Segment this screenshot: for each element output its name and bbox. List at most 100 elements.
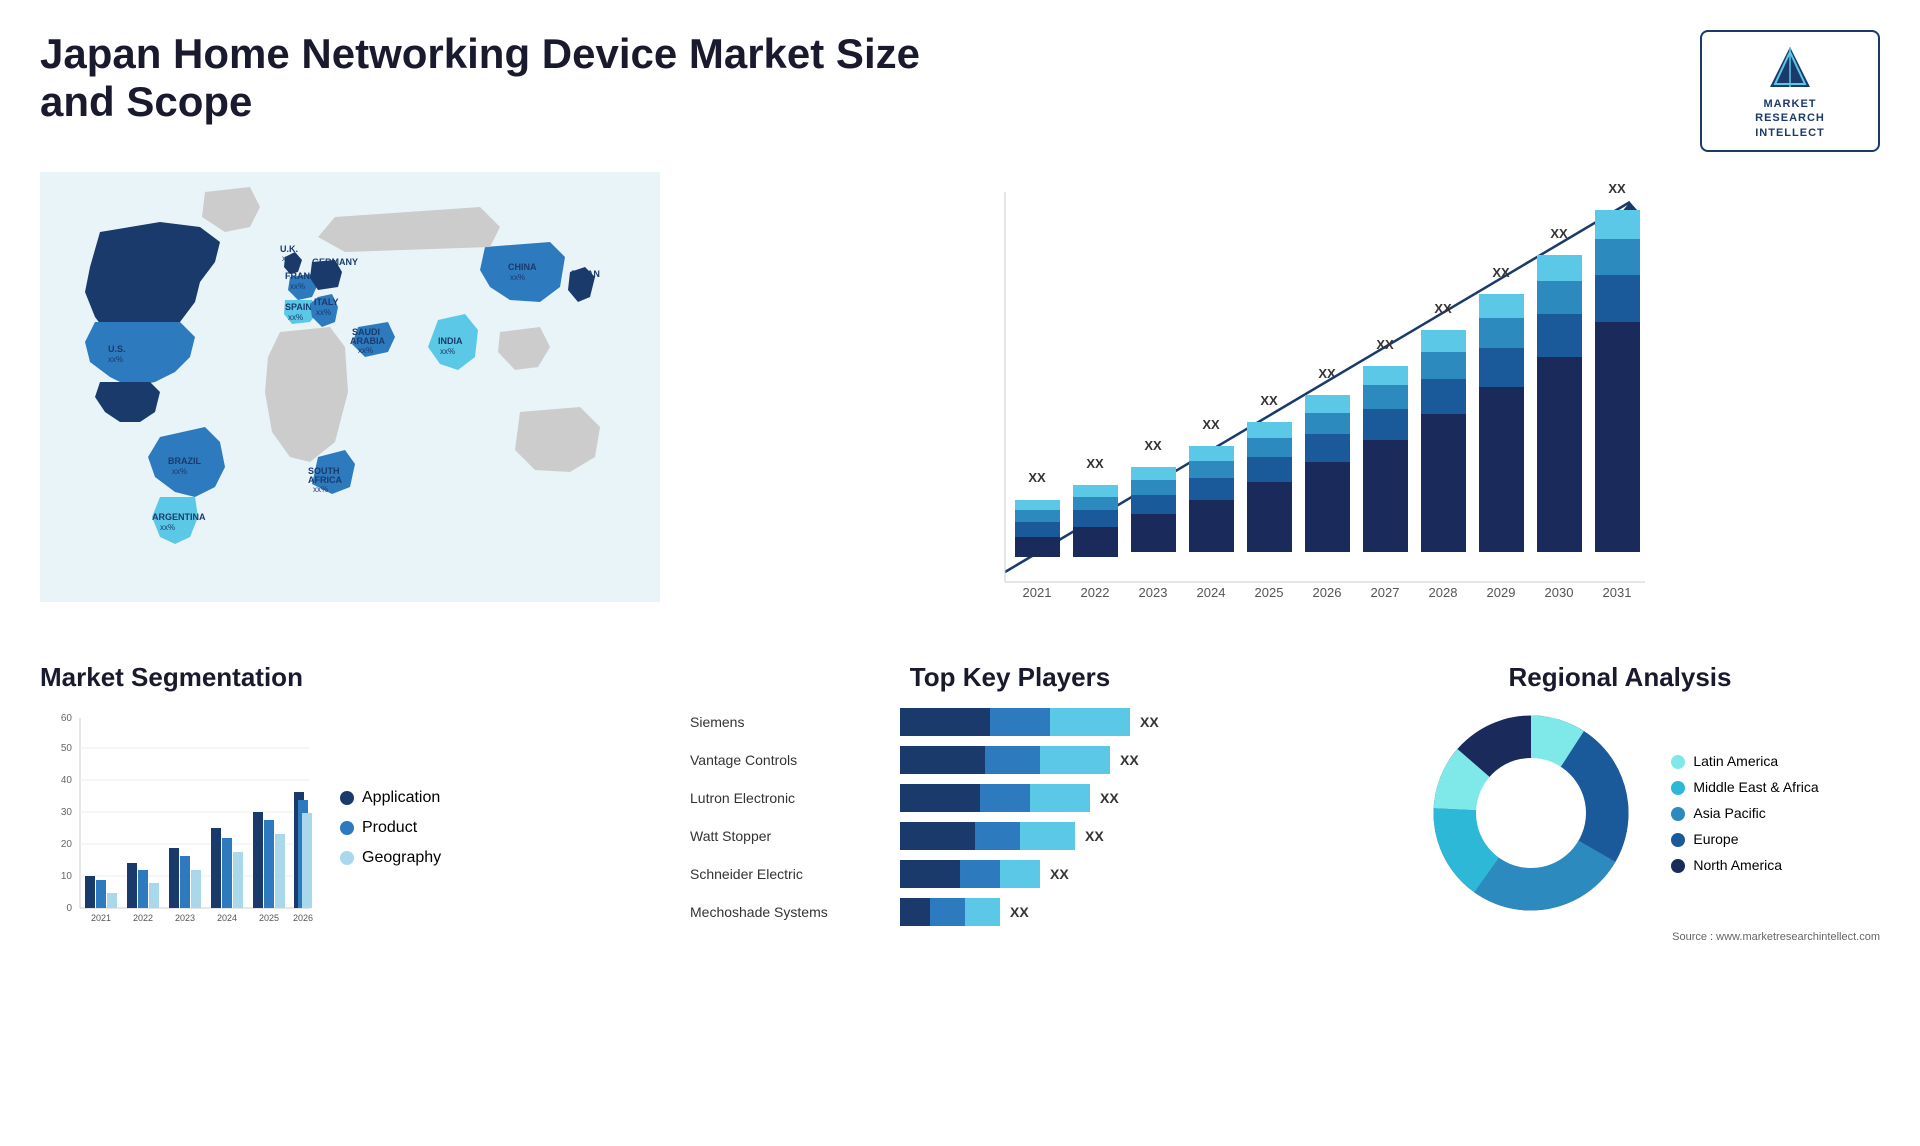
logo-icon: [1765, 42, 1815, 92]
svg-text:ITALY: ITALY: [314, 297, 339, 307]
world-map-container: CANADA xx% U.S. xx% MEXICO xx% BRAZIL xx…: [40, 172, 660, 607]
svg-text:XX: XX: [1434, 301, 1452, 316]
player-bar-segment: [900, 860, 960, 888]
player-bar-container: XX: [900, 746, 1330, 774]
svg-text:20: 20: [61, 839, 73, 850]
segmentation-title: Market Segmentation: [40, 662, 660, 693]
svg-text:CHINA: CHINA: [508, 262, 537, 272]
svg-text:2021: 2021: [1023, 585, 1052, 600]
svg-text:40: 40: [61, 775, 73, 786]
svg-text:MEXICO: MEXICO: [105, 396, 141, 406]
player-bar-segment: [960, 860, 1000, 888]
product-dot: [340, 821, 354, 835]
svg-text:2029: 2029: [1487, 585, 1516, 600]
player-bar-wrap: [900, 822, 1075, 850]
svg-text:XX: XX: [1550, 226, 1568, 241]
svg-text:2031: 2031: [1603, 585, 1632, 600]
svg-text:xx%: xx%: [172, 467, 187, 476]
svg-text:50: 50: [61, 743, 73, 754]
europe-dot: [1671, 833, 1685, 847]
player-bar-container: XX: [900, 822, 1330, 850]
player-bar-segment: [1040, 746, 1110, 774]
player-row: Lutron ElectronicXX: [690, 784, 1330, 812]
svg-text:INDIA: INDIA: [438, 336, 463, 346]
mea-dot: [1671, 781, 1685, 795]
svg-text:XX: XX: [1086, 456, 1104, 471]
bar-chart-svg: XX 2021 XX 2022 XX 2023: [710, 172, 1880, 632]
source-text: Source : www.marketresearchintellect.com: [1360, 931, 1880, 943]
asiapac-label: Asia Pacific: [1693, 805, 1765, 821]
player-bar-container: XX: [900, 860, 1330, 888]
svg-text:GERMANY: GERMANY: [312, 257, 358, 267]
svg-text:xx%: xx%: [440, 347, 455, 356]
player-xx-label: XX: [1010, 904, 1029, 920]
svg-text:XX: XX: [1144, 438, 1162, 453]
segmentation-section: Market Segmentation 0 10 20 30: [40, 662, 660, 948]
svg-text:xx%: xx%: [282, 254, 297, 263]
svg-text:xx%: xx%: [290, 282, 305, 291]
mea-label: Middle East & Africa: [1693, 779, 1818, 795]
svg-text:2022: 2022: [133, 913, 153, 923]
segmentation-container: 0 10 20 30 40 50 60 2021: [40, 708, 660, 948]
segmentation-chart-svg: 0 10 20 30 40 50 60 2021: [40, 708, 320, 948]
player-bar-container: XX: [900, 898, 1330, 926]
svg-text:2023: 2023: [1139, 585, 1168, 600]
svg-text:XX: XX: [1492, 265, 1510, 280]
regional-legend-europe: Europe: [1671, 831, 1818, 847]
player-bar-segment: [985, 746, 1040, 774]
svg-text:2024: 2024: [217, 913, 237, 923]
players-section: Top Key Players SiemensXXVantage Control…: [690, 662, 1330, 948]
svg-text:xx%: xx%: [572, 280, 587, 289]
donut-chart-svg: [1421, 703, 1641, 923]
player-name: Vantage Controls: [690, 752, 890, 768]
northam-label: North America: [1693, 857, 1782, 873]
player-bar-segment: [1000, 860, 1040, 888]
player-row: Watt Stopper XX: [690, 822, 1330, 850]
player-bar-wrap: [900, 708, 1130, 736]
svg-text:2023: 2023: [175, 913, 195, 923]
regional-title: Regional Analysis: [1360, 662, 1880, 693]
svg-text:XX: XX: [1028, 470, 1046, 485]
logo-text: MARKET RESEARCH INTELLECT: [1755, 97, 1825, 140]
player-row: Schneider ElectricXX: [690, 860, 1330, 888]
seg-legend-geography: Geography: [340, 849, 441, 867]
players-container: SiemensXXVantage ControlsXXLutron Electr…: [690, 708, 1330, 926]
player-xx-label: XX: [1050, 866, 1069, 882]
svg-text:xx%: xx%: [288, 313, 303, 322]
player-bar-wrap: [900, 784, 1090, 812]
svg-text:2026: 2026: [1313, 585, 1342, 600]
northam-dot: [1671, 859, 1685, 873]
player-xx-label: XX: [1120, 752, 1139, 768]
page-title: Japan Home Networking Device Market Size…: [40, 30, 940, 126]
regional-section: Regional Analysis L: [1360, 662, 1880, 948]
svg-text:xx%: xx%: [135, 256, 150, 265]
product-label: Product: [362, 819, 417, 837]
svg-text:2021: 2021: [91, 913, 111, 923]
player-bar-segment: [975, 822, 1020, 850]
regional-legend-northam: North America: [1671, 857, 1818, 873]
geography-label: Geography: [362, 849, 441, 867]
svg-text:2022: 2022: [1081, 585, 1110, 600]
svg-text:xx%: xx%: [108, 355, 123, 364]
svg-text:2026: 2026: [293, 913, 313, 923]
svg-text:0: 0: [66, 903, 72, 914]
player-name: Watt Stopper: [690, 828, 890, 844]
player-name: Mechoshade Systems: [690, 904, 890, 920]
player-bar-segment: [930, 898, 965, 926]
svg-text:JAPAN: JAPAN: [570, 269, 600, 279]
svg-text:xx%: xx%: [358, 346, 373, 355]
latin-label: Latin America: [1693, 753, 1778, 769]
svg-text:60: 60: [61, 713, 73, 724]
svg-text:10: 10: [61, 871, 73, 882]
svg-text:xx%: xx%: [316, 308, 331, 317]
svg-text:xx%: xx%: [160, 523, 175, 532]
player-bar-container: XX: [900, 708, 1330, 736]
player-bar-segment: [1020, 822, 1075, 850]
regional-legend-asiapac: Asia Pacific: [1671, 805, 1818, 821]
svg-text:XX: XX: [1376, 337, 1394, 352]
header: Japan Home Networking Device Market Size…: [40, 30, 1880, 152]
player-bar-segment: [980, 784, 1030, 812]
bar-chart-section: XX 2021 XX 2022 XX 2023: [690, 172, 1880, 632]
players-title: Top Key Players: [690, 662, 1330, 693]
asiapac-dot: [1671, 807, 1685, 821]
